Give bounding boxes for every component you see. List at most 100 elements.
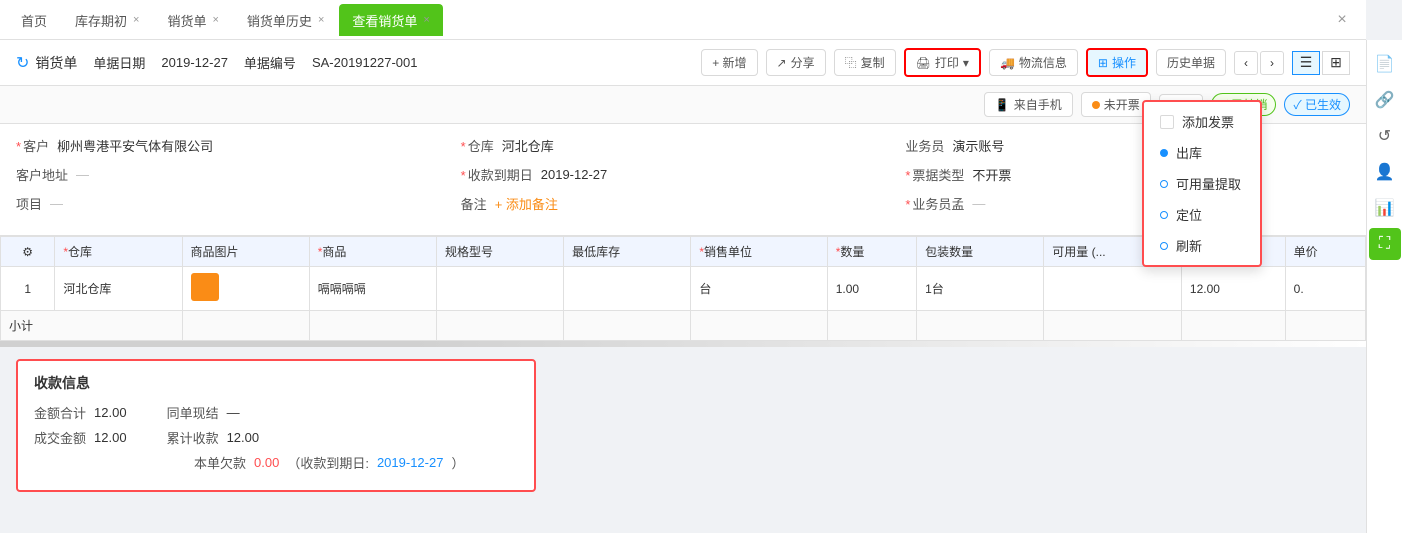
owe-value: 0.00 [254, 455, 279, 470]
prev-button[interactable]: ‹ [1234, 51, 1258, 75]
doc-actions: + 新增 ↗ 分享 ⿻ 复制 🖨 打印 ▾ 🚚 物流信息 ⊞ 操作 [701, 48, 1350, 77]
row-unit: 台 [691, 267, 827, 311]
subtotal-col5 [564, 311, 691, 341]
logistics-button[interactable]: 🚚 物流信息 [989, 49, 1078, 76]
refresh-icon [1160, 242, 1168, 250]
row-available [1044, 267, 1182, 311]
row-num: 1 [1, 267, 55, 311]
owe-note: （收款到期日: [287, 453, 369, 472]
view-grid-button[interactable]: ⊞ [1322, 51, 1350, 75]
owe-date: 2019-12-27 [377, 455, 444, 470]
tab-sales-close[interactable]: × [212, 14, 218, 26]
sidebar-refresh-icon[interactable]: ↺ [1369, 120, 1401, 152]
logistics-icon: 🚚 [1000, 56, 1015, 70]
warehouse-field: 仓库 河北仓库 [461, 136, 906, 155]
same-order-label: 同单现结 [167, 403, 219, 422]
col-min-stock: 最低库存 [564, 237, 691, 267]
sidebar-user-icon[interactable]: 👤 [1369, 156, 1401, 188]
available-fetch-item[interactable]: 可用量提取 [1144, 168, 1260, 199]
tab-sales[interactable]: 销货单 × [154, 4, 231, 36]
col-settings: ⚙ [1, 237, 55, 267]
tab-view-sales-label: 查看销货单 [352, 11, 417, 30]
payment-row-1: 金额合计 12.00 同单现结 — [34, 403, 518, 422]
close-all-button[interactable]: × [1326, 4, 1358, 36]
doc-icon: ↻ [16, 53, 29, 73]
add-note-button[interactable]: 添加备注 [495, 194, 558, 213]
not-open-button[interactable]: 未开票 [1081, 92, 1151, 117]
from-phone-button[interactable]: 📱 来自手机 [984, 92, 1073, 117]
not-open-label: 未开票 [1104, 96, 1140, 113]
nav-arrows: ‹ › [1234, 51, 1284, 75]
print-button[interactable]: 🖨 打印 ▾ [904, 48, 981, 77]
sidebar-expand-icon[interactable]: ⛶ [1369, 228, 1401, 260]
row-image [182, 267, 309, 311]
subtotal-col7 [827, 311, 916, 341]
col-image: 商品图片 [182, 237, 309, 267]
row-qty: 1.00 [827, 267, 916, 311]
share-icon: ↗ [777, 56, 787, 70]
tab-sales-history[interactable]: 销货单历史 × [234, 4, 337, 36]
view-list-button[interactable]: ☰ [1292, 51, 1320, 75]
effective-label: 已生效 [1305, 98, 1341, 112]
tab-inventory-label: 库存期初 [75, 11, 127, 30]
operations-dropdown: 添加发票 出库 可用量提取 定位 刷新 [1142, 100, 1262, 267]
project-value: — [50, 196, 63, 211]
locate-icon [1160, 211, 1168, 219]
locate-item[interactable]: 定位 [1144, 199, 1260, 230]
tab-bar: 首页 库存期初 × 销货单 × 销货单历史 × 查看销货单 × × [0, 0, 1366, 40]
operations-button[interactable]: ⊞ 操作 [1086, 48, 1148, 77]
not-open-dot [1092, 101, 1100, 109]
cumulative-label: 累计收款 [167, 428, 219, 447]
tab-home[interactable]: 首页 [8, 4, 60, 36]
share-button[interactable]: ↗ 分享 [766, 49, 826, 76]
sidebar-link-icon[interactable]: 🔗 [1369, 84, 1401, 116]
tab-sales-history-close[interactable]: × [318, 14, 324, 26]
bill-type-field: 票据类型 不开票 [905, 165, 1350, 184]
payment-title: 收款信息 [34, 373, 518, 393]
tab-view-sales[interactable]: 查看销货单 × [339, 4, 442, 36]
history-button[interactable]: 历史单据 [1156, 49, 1226, 76]
tab-view-sales-close[interactable]: × [423, 14, 429, 26]
date-value: 2019-12-27 [161, 55, 228, 70]
add-invoice-item[interactable]: 添加发票 [1144, 106, 1260, 137]
next-button[interactable]: › [1260, 51, 1284, 75]
product-image [191, 273, 219, 301]
payment-date-field: 收款到期日 2019-12-27 [461, 165, 906, 184]
warehouse-value: 河北仓库 [502, 136, 554, 155]
copy-button[interactable]: ⿻ 复制 [834, 49, 896, 76]
new-button[interactable]: + 新增 [701, 49, 757, 76]
share-label: 分享 [791, 54, 815, 71]
salesperson-value: 演示账号 [952, 136, 1004, 155]
tab-inventory[interactable]: 库存期初 × [62, 4, 152, 36]
address-value: — [76, 167, 89, 182]
warehouse-label: 仓库 [461, 136, 494, 155]
cumulative-item: 累计收款 12.00 [167, 428, 260, 447]
salesperson2-label: 业务员孟 [905, 194, 964, 213]
copy-icon: ⿻ [845, 54, 857, 71]
from-phone-label: 来自手机 [1014, 96, 1062, 113]
refresh-item[interactable]: 刷新 [1144, 230, 1260, 261]
subtotal-col10 [1181, 311, 1285, 341]
address-field: 客户地址 — [16, 165, 461, 184]
table-row: 1 河北仓库 嗝嗝嗝嗝 台 1.00 1台 12.00 0. [1, 267, 1366, 311]
view-toggle: ☰ ⊞ [1292, 51, 1350, 75]
row-warehouse: 河北仓库 [55, 267, 182, 311]
outbound-item[interactable]: 出库 [1144, 137, 1260, 168]
tab-home-label: 首页 [21, 11, 47, 30]
right-sidebar: 📄 🔗 ↺ 👤 📊 ⛶ [1366, 40, 1402, 533]
same-order-value: — [227, 405, 240, 420]
sidebar-doc-icon[interactable]: 📄 [1369, 48, 1401, 80]
transaction-value: 12.00 [94, 430, 127, 445]
doc-title: ↻ 销货单 [16, 53, 77, 73]
logistics-label: 物流信息 [1019, 54, 1067, 71]
col-pack-qty: 包装数量 [917, 237, 1044, 267]
tab-inventory-close[interactable]: × [133, 14, 139, 26]
payment-row-3: 本单欠款 0.00 （收款到期日: 2019-12-27 ） [34, 453, 518, 472]
subtotal-col9 [1044, 311, 1182, 341]
sidebar-chart-icon[interactable]: 📊 [1369, 192, 1401, 224]
salesperson-label: 业务员 [905, 136, 944, 155]
col-spec: 规格型号 [436, 237, 563, 267]
same-order-item: 同单现结 — [167, 403, 240, 422]
operations-label: 操作 [1112, 54, 1136, 71]
subtotal-row: 小计 [1, 311, 1366, 341]
